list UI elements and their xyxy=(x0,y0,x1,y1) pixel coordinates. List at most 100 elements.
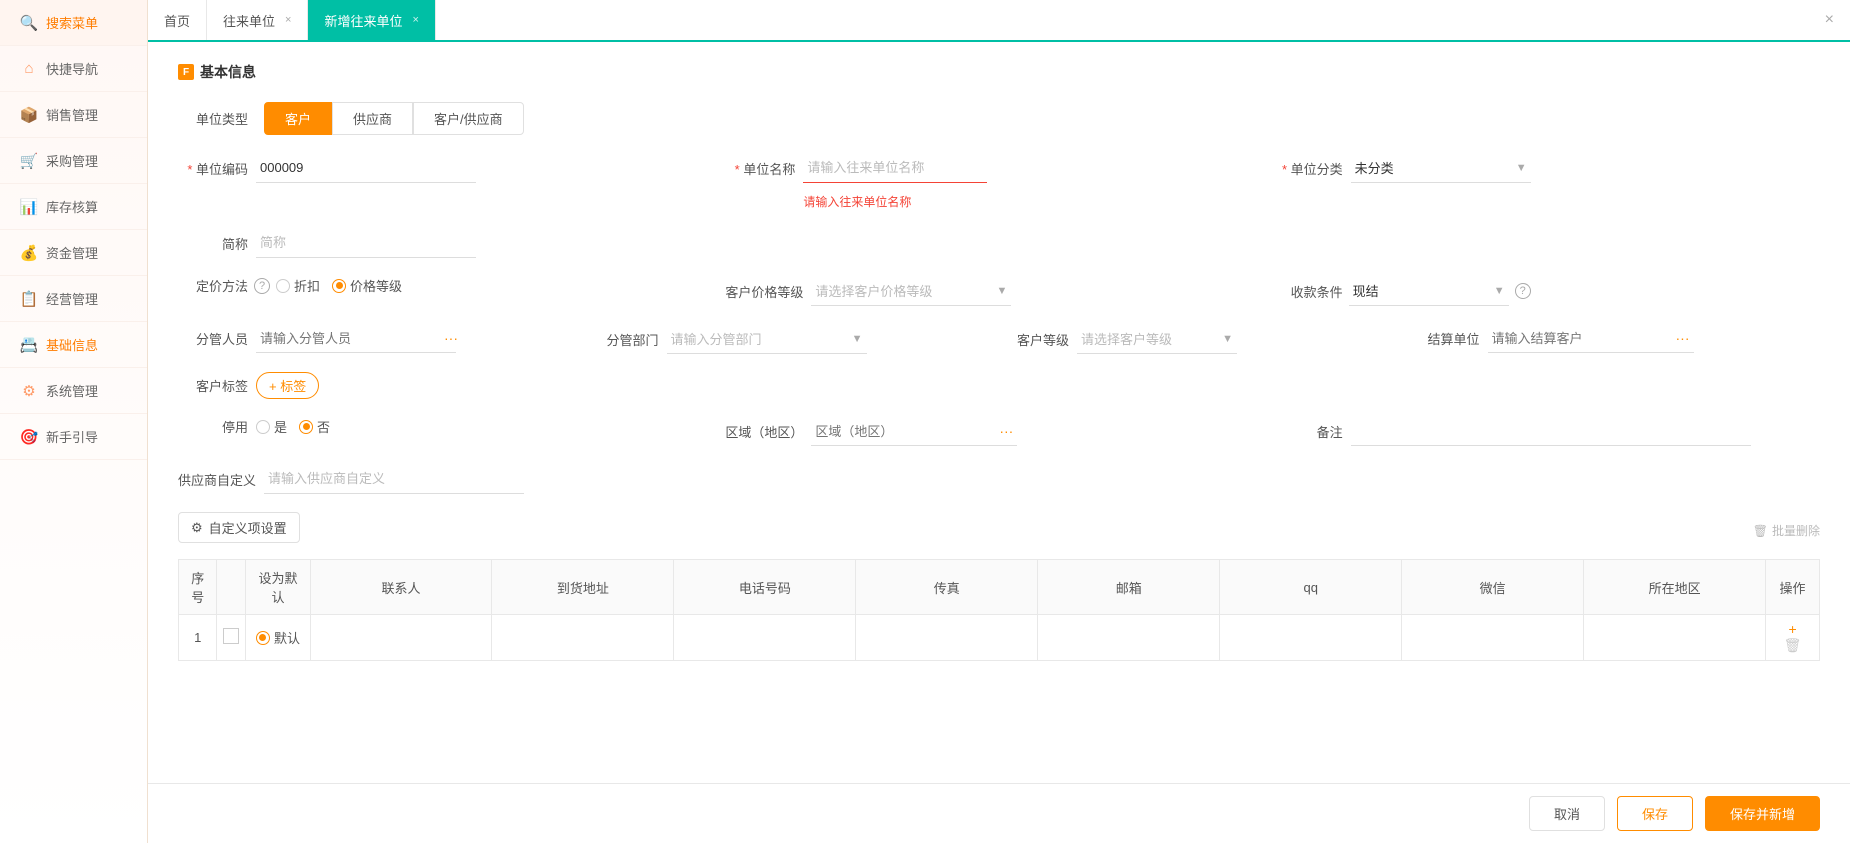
department-select[interactable]: 请输入分管部门 ▼ xyxy=(667,324,867,354)
bulk-delete-btn[interactable]: 🗑 批量删除 xyxy=(1753,522,1820,539)
manager-field: 分管人员 ··· xyxy=(178,324,589,353)
tab-new-partner-close[interactable]: × xyxy=(412,14,418,26)
payment-terms-help-icon[interactable]: ? xyxy=(1515,283,1531,299)
sidebar-item-quicknav[interactable]: ⌂ 快捷导航 xyxy=(0,46,147,92)
phone-input[interactable] xyxy=(680,630,849,645)
unit-type-row: 单位类型 客户 供应商 客户/供应商 xyxy=(178,102,1820,135)
address-input[interactable] xyxy=(498,630,667,645)
sidebar-item-system-label: 系统管理 xyxy=(46,381,98,400)
row-checkbox[interactable] xyxy=(223,628,239,644)
code-input[interactable] xyxy=(256,153,476,183)
settlement-input[interactable] xyxy=(1488,324,1672,352)
customer-level-select[interactable]: 请选择客户等级 ▼ xyxy=(1077,324,1237,354)
sidebar-item-system[interactable]: ⚙ 系统管理 xyxy=(0,368,147,414)
disabled-no-label: 否 xyxy=(317,417,330,436)
tab-home[interactable]: 首页 xyxy=(148,0,207,40)
remark-label: 备注 xyxy=(1273,422,1343,441)
sidebar-item-sales[interactable]: 📦 销售管理 xyxy=(0,92,147,138)
customer-level-placeholder: 请选择客户等级 xyxy=(1081,329,1218,348)
table-row: 1 默认 xyxy=(179,615,1820,661)
th-region: 所在地区 xyxy=(1584,560,1766,615)
system-icon: ⚙ xyxy=(20,382,38,400)
cell-checkbox[interactable] xyxy=(217,615,246,661)
footer: 取消 保存 保存并新增 xyxy=(148,783,1850,843)
cell-qq[interactable] xyxy=(1220,615,1402,661)
region-input[interactable] xyxy=(811,417,995,445)
customer-level-field: 客户等级 请选择客户等级 ▼ xyxy=(999,324,1410,354)
sidebar-item-operations[interactable]: 📋 经营管理 xyxy=(0,276,147,322)
unit-btn-supplier[interactable]: 供应商 xyxy=(332,102,413,135)
region-dots-btn[interactable]: ··· xyxy=(995,423,1017,439)
th-default: 设为默认 xyxy=(246,560,310,615)
shortname-input[interactable] xyxy=(256,228,476,258)
sidebar-item-purchase[interactable]: 🛒 采购管理 xyxy=(0,138,147,184)
tab-bar-close-btn[interactable]: × xyxy=(1809,11,1850,29)
pricing-radio-discount[interactable]: 折扣 xyxy=(276,276,320,295)
default-circle xyxy=(256,631,270,645)
fax-input[interactable] xyxy=(862,630,1031,645)
tab-partners-close[interactable]: × xyxy=(285,14,291,26)
manager-dots-btn[interactable]: ··· xyxy=(440,330,462,346)
disabled-yes-label: 是 xyxy=(274,417,287,436)
customer-price-select[interactable]: 请选择客户价格等级 ▼ xyxy=(811,276,1011,306)
cell-region[interactable] xyxy=(1584,615,1766,661)
unit-btn-both[interactable]: 客户/供应商 xyxy=(413,102,524,135)
payment-terms-field: 收款条件 现结 ▼ ? xyxy=(1273,276,1820,306)
sidebar-item-basic[interactable]: 📇 基础信息 xyxy=(0,322,147,368)
custom-settings-button[interactable]: ⚙ 自定义项设置 xyxy=(178,512,300,543)
category-field: 单位分类 未分类 ▼ xyxy=(1273,153,1820,183)
region-table-input[interactable] xyxy=(1590,630,1759,645)
cell-default: 默认 xyxy=(246,615,310,661)
save-and-new-button[interactable]: 保存并新增 xyxy=(1705,796,1820,831)
category-select[interactable]: 未分类 ▼ xyxy=(1351,153,1531,183)
tab-partners[interactable]: 往来单位 × xyxy=(207,0,308,40)
name-input[interactable] xyxy=(803,153,987,183)
settlement-dots-btn[interactable]: ··· xyxy=(1672,330,1694,346)
cell-address[interactable] xyxy=(492,615,674,661)
supplier-custom-input[interactable] xyxy=(264,464,524,494)
sidebar-item-guide[interactable]: 🎯 新手引导 xyxy=(0,414,147,460)
customer-price-chevron-icon: ▼ xyxy=(996,285,1007,297)
pricing-help-icon[interactable]: ? xyxy=(254,278,270,294)
save-button[interactable]: 保存 xyxy=(1617,796,1693,831)
payment-terms-select[interactable]: 现结 ▼ xyxy=(1349,276,1509,306)
disabled-radio-yes[interactable]: 是 xyxy=(256,417,287,436)
form-content: F 基本信息 单位类型 客户 供应商 客户/供应商 单位编码 xyxy=(148,42,1850,783)
th-wechat: 微信 xyxy=(1402,560,1584,615)
cell-email[interactable] xyxy=(1038,615,1220,661)
sidebar-item-inventory[interactable]: 📊 库存核算 xyxy=(0,184,147,230)
default-radio[interactable]: 默认 xyxy=(252,628,303,647)
sidebar-item-finance[interactable]: 💰 资金管理 xyxy=(0,230,147,276)
code-label: 单位编码 xyxy=(178,159,248,178)
cell-fax[interactable] xyxy=(856,615,1038,661)
sidebar-item-guide-label: 新手引导 xyxy=(46,427,98,446)
tab-partners-label: 往来单位 xyxy=(223,11,275,30)
pricing-row: 定价方法 ? 折扣 价格等级 客户价格等级 请选择客户价格等级 xyxy=(178,276,1820,306)
email-input[interactable] xyxy=(1044,630,1213,645)
operations-icon: 📋 xyxy=(20,290,38,308)
qq-input[interactable] xyxy=(1226,630,1395,645)
manager-input[interactable] xyxy=(256,324,440,352)
unit-btn-customer[interactable]: 客户 xyxy=(264,102,332,135)
remark-input[interactable] xyxy=(1351,417,1751,445)
wechat-input[interactable] xyxy=(1408,630,1577,645)
row-delete-btn[interactable]: 🗑 xyxy=(1784,637,1802,653)
tab-new-partner[interactable]: 新增往来单位 × xyxy=(308,0,435,40)
tags-label: 客户标签 xyxy=(178,376,248,395)
pricing-level-label: 价格等级 xyxy=(350,276,402,295)
row-add-btn[interactable]: + xyxy=(1788,621,1796,637)
department-label: 分管部门 xyxy=(589,330,659,349)
unit-type-field: 单位类型 客户 供应商 客户/供应商 xyxy=(178,102,524,135)
sidebar-item-search[interactable]: 🔍 搜索菜单 xyxy=(0,0,147,46)
department-chevron-icon: ▼ xyxy=(852,333,863,345)
contact-input[interactable] xyxy=(317,630,486,645)
pricing-radio-level[interactable]: 价格等级 xyxy=(332,276,402,295)
manager-label: 分管人员 xyxy=(178,329,248,348)
disabled-radio-no[interactable]: 否 xyxy=(299,417,330,436)
add-tag-button[interactable]: + 标签 xyxy=(256,372,319,399)
cancel-button[interactable]: 取消 xyxy=(1529,796,1605,831)
cell-wechat[interactable] xyxy=(1402,615,1584,661)
cell-contact[interactable] xyxy=(310,615,492,661)
cell-phone[interactable] xyxy=(674,615,856,661)
customer-price-placeholder: 请选择客户价格等级 xyxy=(815,281,992,300)
